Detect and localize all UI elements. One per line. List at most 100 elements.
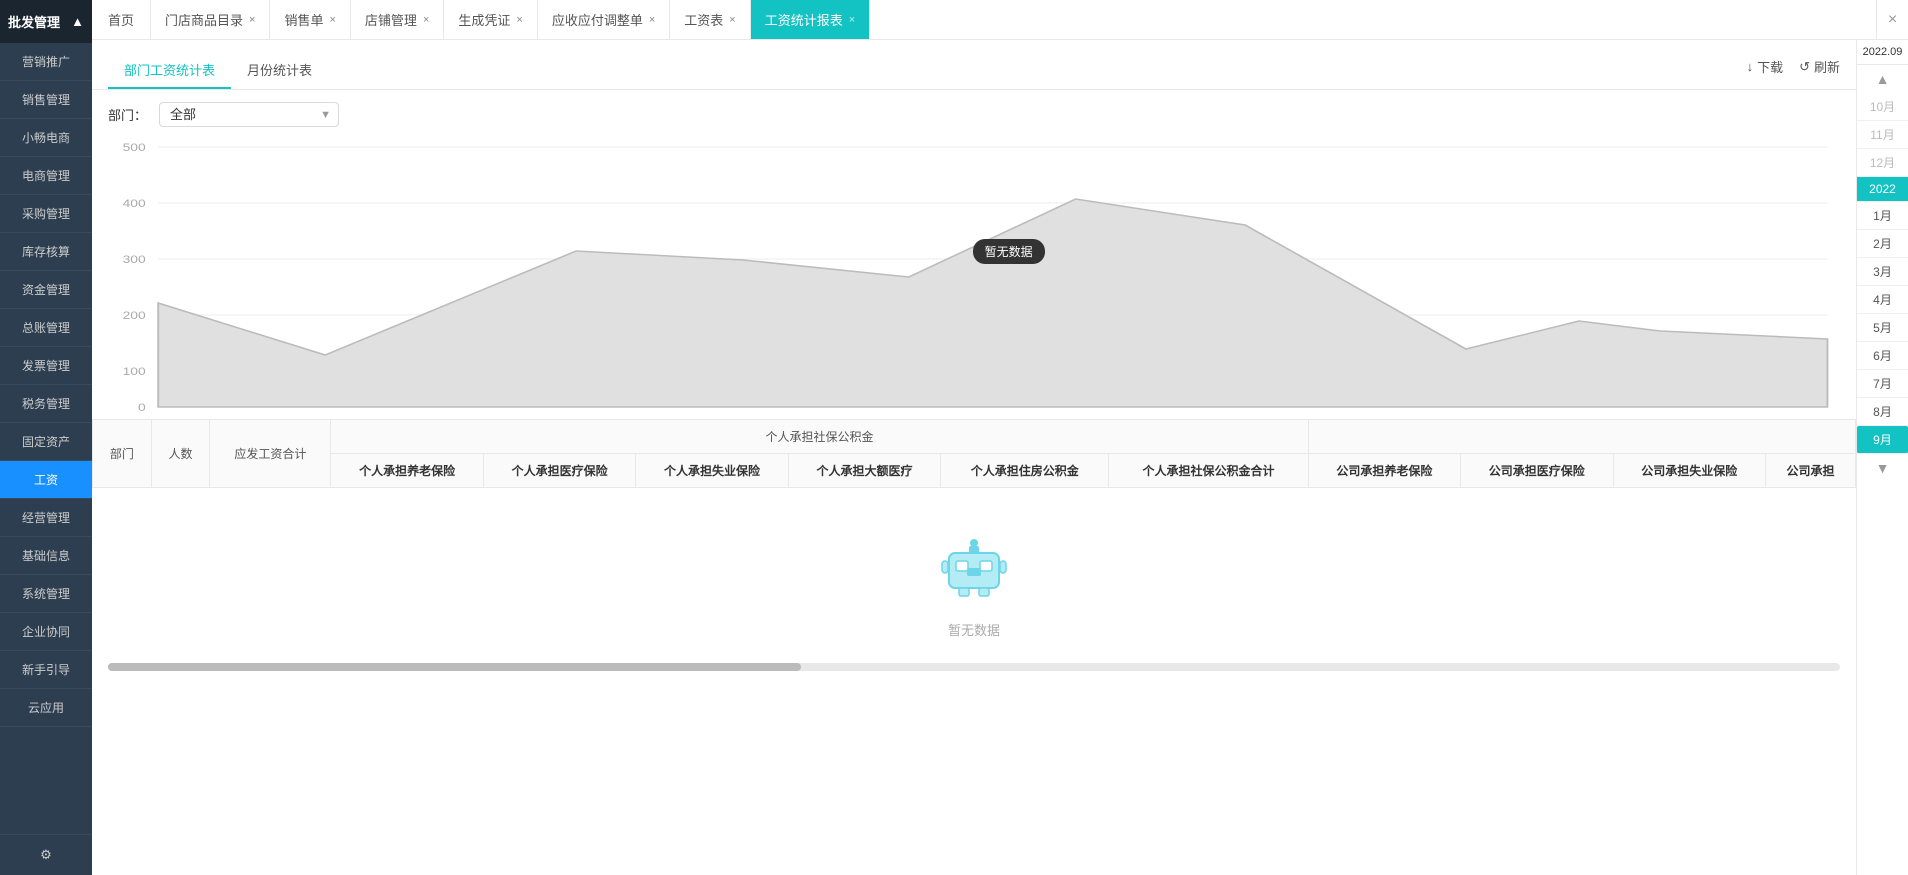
tab-store-mgmt[interactable]: 店铺管理 × [351,0,444,39]
col-personal-housing-fund: 个人承担住房公积金 [941,454,1109,488]
empty-text: 暂无数据 [948,620,1000,639]
svg-text:100: 100 [123,365,146,377]
chart-tooltip: 暂无数据 [973,239,1045,264]
date-nav-down[interactable]: ▼ [1867,456,1899,480]
tab-ar-ap[interactable]: 应收应付调整单 × [538,0,670,39]
date-item-aug[interactable]: 8月 [1857,398,1908,426]
scroll-thumb[interactable] [108,663,801,671]
chart-area: 500 400 300 200 100 0 [92,139,1856,419]
dept-select[interactable]: 全部 部门1 部门2 [159,102,339,127]
date-item-feb[interactable]: 2月 [1857,230,1908,258]
col-headcount: 人数 [151,420,210,488]
sidebar-item-xsgl[interactable]: 销售管理 [0,81,92,119]
empty-robot-icon [934,528,1014,608]
col-personal-insurance: 个人承担社保公积金 [331,420,1308,454]
dept-filter-label: 部门： [108,105,147,124]
empty-state: 暂无数据 [93,488,1856,659]
tab-salary-report[interactable]: 工资统计报表 × [751,0,870,39]
sidebar-item-fpgl[interactable]: 发票管理 [0,347,92,385]
close-icon[interactable]: × [649,14,655,26]
tab-dept-stats[interactable]: 部门工资统计表 [108,52,231,89]
close-icon[interactable]: × [729,14,735,26]
col-company-other: 公司承担 [1765,454,1855,488]
refresh-icon: ↺ [1799,59,1810,75]
tab-home[interactable]: 首页 [92,0,151,39]
date-item-oct[interactable]: 10月 [1857,93,1908,121]
sidebar-item-cggl[interactable]: 采购管理 [0,195,92,233]
tab-gen-cert[interactable]: 生成凭证 × [444,0,537,39]
sidebar-item-xsyd[interactable]: 新手引导 [0,651,92,689]
close-icon[interactable]: × [849,14,855,26]
filter-row: 部门： 全部 部门1 部门2 ▼ [92,90,1856,139]
col-dept: 部门 [93,420,152,488]
date-item-apr[interactable]: 4月 [1857,286,1908,314]
main-area: 首页 门店商品目录 × 销售单 × 店铺管理 × 生成凭证 × 应收应付调整单 … [92,0,1908,875]
col-personal-unemployment: 个人承担失业保险 [636,454,788,488]
download-icon: ↓ [1747,59,1754,74]
sidebar-item-swgl[interactable]: 税务管理 [0,385,92,423]
close-icon[interactable]: × [516,14,522,26]
col-total-salary: 应发工资合计 [210,420,331,488]
tab-bar-close-button[interactable]: × [1876,0,1908,40]
tab-bar: 首页 门店商品目录 × 销售单 × 店铺管理 × 生成凭证 × 应收应付调整单 … [92,0,1908,40]
dept-select-wrapper: 全部 部门1 部门2 ▼ [159,102,339,127]
date-nav-up[interactable]: ▲ [1867,67,1899,91]
chart-container: 500 400 300 200 100 0 [108,139,1840,419]
date-item-may[interactable]: 5月 [1857,314,1908,342]
col-company-insurance [1308,420,1855,454]
sidebar-item-kche[interactable]: 库存核算 [0,233,92,271]
sidebar-item-jcxx[interactable]: 基础信息 [0,537,92,575]
sidebar-collapse-icon: ▲ [71,14,84,29]
date-item-year-2022[interactable]: 2022 [1857,177,1908,202]
col-company-unemployment: 公司承担失业保险 [1613,454,1765,488]
sidebar-header[interactable]: 批发管理 ▲ [0,0,92,43]
col-personal-pension: 个人承担养老保险 [331,454,483,488]
download-button[interactable]: ↓ 下载 [1747,57,1784,76]
sidebar-settings[interactable]: ⚙ [0,834,92,875]
page-content: 部门工资统计表 月份统计表 ↓ 下载 ↺ 刷新 [92,40,1856,875]
date-item-dec[interactable]: 12月 [1857,149,1908,177]
col-personal-large-medical: 个人承担大额医疗 [788,454,940,488]
sidebar-item-dsgl[interactable]: 电商管理 [0,157,92,195]
col-company-medical: 公司承担医疗保险 [1461,454,1613,488]
svg-text:200: 200 [123,309,146,321]
tab-monthly-stats[interactable]: 月份统计表 [231,52,328,89]
sidebar-item-jygl[interactable]: 经营管理 [0,499,92,537]
sidebar-title: 批发管理 [8,12,60,31]
date-item-jul[interactable]: 7月 [1857,370,1908,398]
date-panel: 2022.09 ▲ 10月 11月 12月 2022 1月 2月 3月 [1856,40,1908,875]
svg-text:0: 0 [138,401,146,413]
close-icon[interactable]: × [249,14,255,26]
date-item-jan[interactable]: 1月 [1857,202,1908,230]
sidebar-item-xpds[interactable]: 小畅电商 [0,119,92,157]
sidebar-item-qyxt[interactable]: 企业协同 [0,613,92,651]
sidebar-item-yxtp[interactable]: 营销推广 [0,43,92,81]
sidebar-item-yyyg[interactable]: 云应用 [0,689,92,727]
refresh-button[interactable]: ↺ 刷新 [1799,57,1840,76]
svg-text:300: 300 [123,253,146,265]
tab-store-catalog[interactable]: 门店商品目录 × [151,0,270,39]
date-item-jun[interactable]: 6月 [1857,342,1908,370]
tab-salary-table[interactable]: 工资表 × [670,0,750,39]
scroll-indicator[interactable] [108,663,1840,671]
col-personal-medical: 个人承担医疗保险 [483,454,635,488]
close-icon[interactable]: × [423,14,429,26]
empty-row: 暂无数据 [93,488,1856,660]
sidebar-item-zjgl[interactable]: 资金管理 [0,271,92,309]
sidebar-item-gz[interactable]: 工资 [0,461,92,499]
date-item-nov[interactable]: 11月 [1857,121,1908,149]
date-panel-header: 2022.09 [1857,40,1908,65]
sidebar-item-gdzy[interactable]: 固定资产 [0,423,92,461]
sidebar: 批发管理 ▲ 营销推广 销售管理 小畅电商 电商管理 采购管理 库存核算 资金管… [0,0,92,875]
salary-table: 部门 人数 应发工资合计 个人承担社保公积金 个人承担养老保险 个人承担医疗保险… [92,419,1856,659]
sidebar-item-zzgl[interactable]: 总账管理 [0,309,92,347]
date-item-mar[interactable]: 3月 [1857,258,1908,286]
col-company-pension: 公司承担养老保险 [1308,454,1460,488]
sidebar-item-xtgl[interactable]: 系统管理 [0,575,92,613]
close-icon[interactable]: × [329,14,335,26]
svg-text:400: 400 [123,197,146,209]
tab-sales-order[interactable]: 销售单 × [270,0,350,39]
area-chart: 500 400 300 200 100 0 [108,139,1840,419]
col-personal-total: 个人承担社保公积金合计 [1109,454,1308,488]
date-item-sep[interactable]: 9月 [1857,426,1908,454]
